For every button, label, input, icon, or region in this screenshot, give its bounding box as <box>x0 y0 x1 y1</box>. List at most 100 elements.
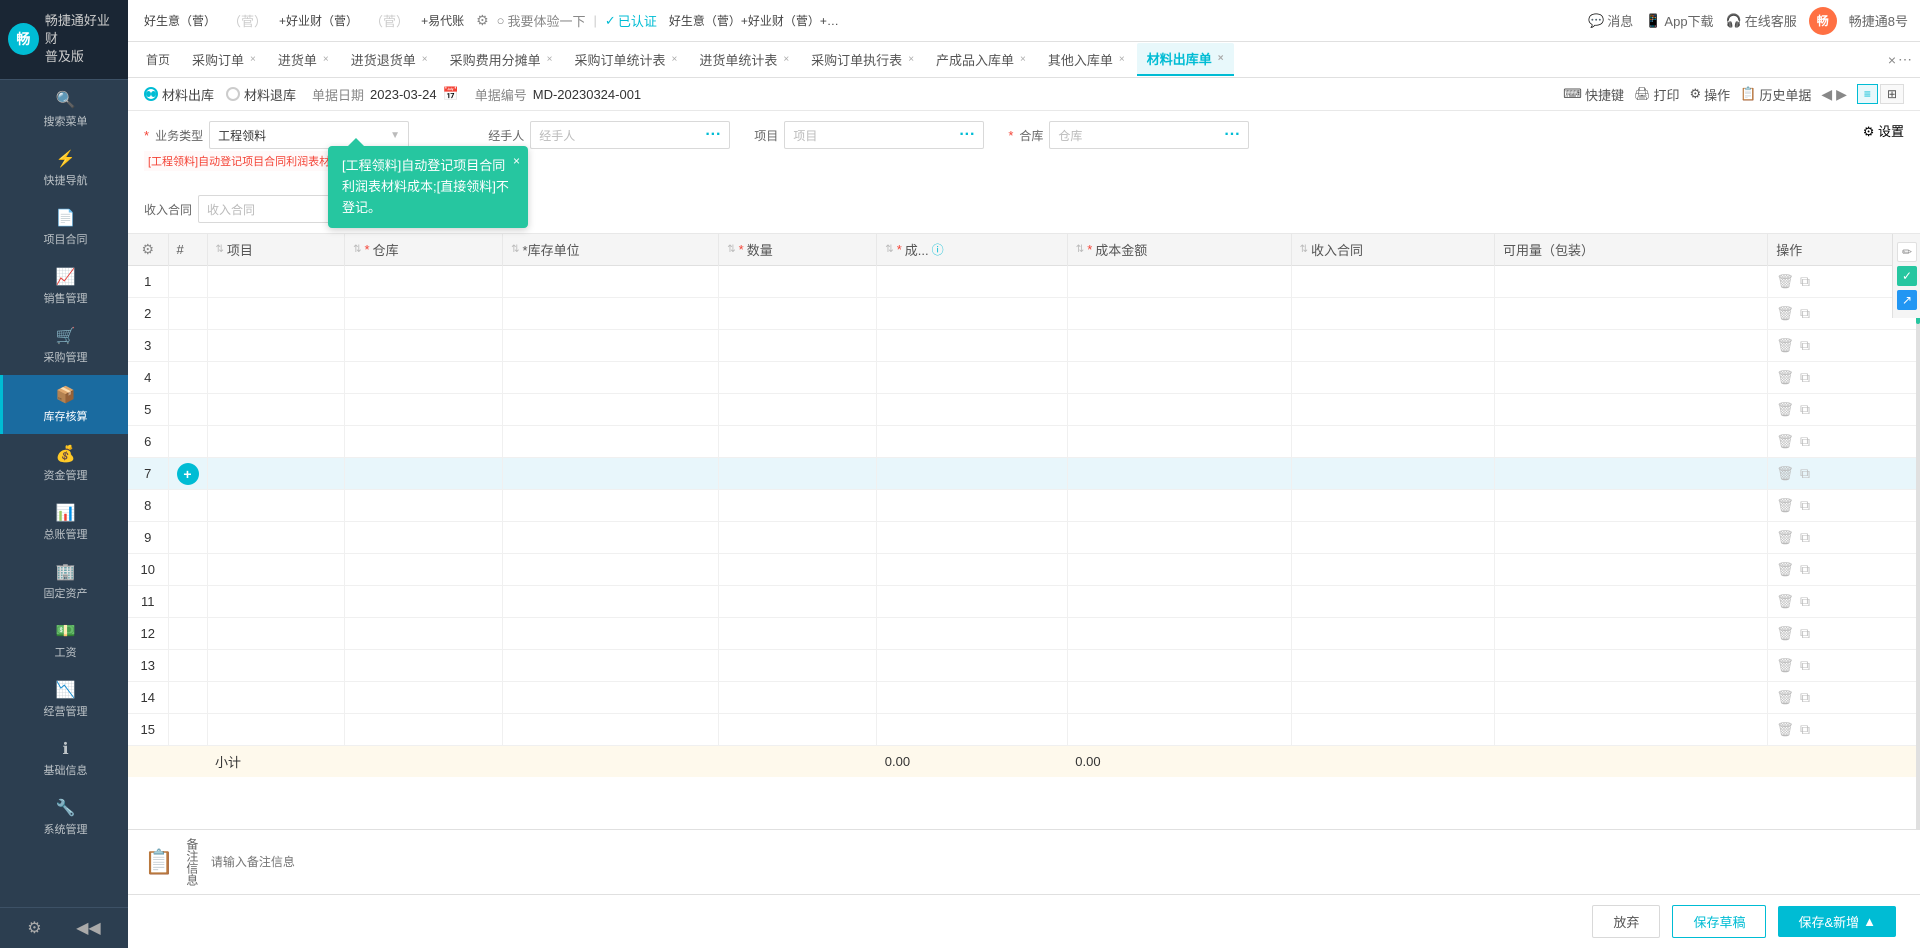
nav-next-button[interactable]: ▶ <box>1836 86 1847 103</box>
sidebar-item-purchase[interactable]: 🛒采购管理 <box>0 316 128 375</box>
certified-more[interactable]: 好生意（菅）+好业财（菅）+… <box>665 12 843 29</box>
sidebar-item-inventory[interactable]: 📦库存核算 <box>0 375 128 434</box>
radio-material-return[interactable]: 材料退库 <box>226 85 296 104</box>
warehouse-dots-icon[interactable]: ··· <box>1224 126 1240 144</box>
delete-row-button[interactable]: 🗑 <box>1776 657 1794 674</box>
sidebar-item-search[interactable]: 🔍搜索菜单 <box>0 80 128 139</box>
certified-badge[interactable]: ✓ 已认证 <box>605 11 657 30</box>
settings-icon[interactable]: ⚙ <box>27 918 41 938</box>
copy-row-button[interactable]: ⧉ <box>1800 625 1810 642</box>
tab-more-button[interactable]: ⋯ <box>1898 51 1912 68</box>
tab-4[interactable]: 采购订单统计表× <box>564 43 687 76</box>
radio-material-out[interactable]: 材料出库 <box>144 85 214 104</box>
discard-button[interactable]: 放弃 <box>1592 905 1660 938</box>
right-panel-green-btn[interactable]: ✓ <box>1897 266 1917 286</box>
form-settings-button[interactable]: ⚙ 设置 <box>1863 121 1904 140</box>
delete-row-button[interactable]: 🗑 <box>1776 529 1794 546</box>
sidebar-item-ledger[interactable]: 📊总账管理 <box>0 493 128 552</box>
topbar-settings-icon[interactable]: ⚙ <box>476 12 489 29</box>
tab-2[interactable]: 进货退货单× <box>341 43 438 76</box>
tab-close-2[interactable]: × <box>422 54 428 65</box>
notes-input[interactable] <box>211 855 1904 869</box>
tab-close-0[interactable]: × <box>250 54 256 65</box>
save-draft-button[interactable]: 保存草稿 <box>1672 905 1766 938</box>
online-service-button[interactable]: 🎧 在线客服 <box>1726 11 1797 30</box>
sidebar-item-nav[interactable]: ⚡快捷导航 <box>0 139 128 198</box>
th-sort-amount[interactable]: ⇅ <box>1076 244 1084 255</box>
copy-row-button[interactable]: ⧉ <box>1800 721 1810 738</box>
save-new-button[interactable]: 保存&新增 ▲ <box>1778 906 1896 937</box>
tab-5[interactable]: 进货单统计表× <box>689 43 799 76</box>
th-sort-warehouse[interactable]: ⇅ <box>353 244 361 255</box>
copy-row-button[interactable]: ⧉ <box>1800 689 1810 706</box>
sidebar-item-assets[interactable]: 🏢固定资产 <box>0 552 128 611</box>
delete-row-button[interactable]: 🗑 <box>1776 689 1794 706</box>
tab-6[interactable]: 采购订单执行表× <box>801 43 924 76</box>
copy-row-button[interactable]: ⧉ <box>1800 465 1810 482</box>
sidebar-item-sales[interactable]: 📈销售管理 <box>0 257 128 316</box>
tooltip-close-button[interactable]: × <box>513 152 520 171</box>
sidebar-item-system[interactable]: 🔧系统管理 <box>0 788 128 847</box>
history-doc-button[interactable]: 📋 历史单据 <box>1740 85 1811 104</box>
delete-row-button[interactable]: 🗑 <box>1776 433 1794 450</box>
project-select[interactable]: 项目 ··· <box>784 121 984 149</box>
tab-0[interactable]: 采购订单× <box>182 43 266 76</box>
copy-row-button[interactable]: ⧉ <box>1800 561 1810 578</box>
right-panel-blue-btn[interactable]: ↗ <box>1897 290 1917 310</box>
right-panel-edit-btn[interactable]: ✏ <box>1897 242 1917 262</box>
user-avatar[interactable]: 畅 <box>1809 7 1837 35</box>
tab-home[interactable]: 首页 <box>136 45 180 74</box>
delete-row-button[interactable]: 🗑 <box>1776 337 1794 354</box>
sidebar-item-salary[interactable]: 💵工资 <box>0 611 128 670</box>
th-info-icon[interactable]: ⓘ <box>932 241 944 258</box>
sidebar-item-ops[interactable]: 📉经营管理 <box>0 670 128 729</box>
th-sort-cost[interactable]: ⇅ <box>885 244 893 255</box>
print-button[interactable]: 🖨 打印 <box>1634 85 1680 104</box>
tab-close-8[interactable]: × <box>1119 54 1125 65</box>
handler-select[interactable]: 经手人 ··· <box>530 121 730 149</box>
nav-prev-button[interactable]: ◀ <box>1821 86 1832 103</box>
handler-dots-icon[interactable]: ··· <box>705 126 721 144</box>
th-sort-project[interactable]: ⇅ <box>216 244 224 255</box>
sidebar-item-project[interactable]: 📄项目合同 <box>0 198 128 257</box>
tab-close-1[interactable]: × <box>323 54 329 65</box>
copy-row-button[interactable]: ⧉ <box>1800 401 1810 418</box>
tab-1[interactable]: 进货单× <box>268 43 339 76</box>
sidebar-item-base[interactable]: ℹ基础信息 <box>0 729 128 788</box>
tab-close-all-button[interactable]: × <box>1888 52 1896 68</box>
th-sort-unit[interactable]: ⇅ <box>511 244 519 255</box>
copy-row-button[interactable]: ⧉ <box>1800 369 1810 386</box>
copy-row-button[interactable]: ⧉ <box>1800 497 1810 514</box>
calendar-icon[interactable]: 📅 <box>443 86 459 102</box>
delete-row-button[interactable]: 🗑 <box>1776 593 1794 610</box>
th-sort-qty[interactable]: ⇅ <box>727 244 735 255</box>
delete-row-button[interactable]: 🗑 <box>1776 369 1794 386</box>
copy-row-button[interactable]: ⧉ <box>1800 273 1810 290</box>
copy-row-button[interactable]: ⧉ <box>1800 337 1810 354</box>
business-type-select[interactable]: 工程领料 ▼ <box>209 121 409 149</box>
tab-close-9[interactable]: × <box>1218 53 1224 64</box>
shortcut-key-button[interactable]: ⌨ 快捷键 <box>1563 85 1624 104</box>
operation-button[interactable]: ⚙ 操作 <box>1689 85 1730 104</box>
sidebar-item-finance[interactable]: 💰资金管理 <box>0 434 128 493</box>
view-table-button[interactable]: ≡ <box>1857 84 1878 104</box>
copy-row-button[interactable]: ⧉ <box>1800 305 1810 322</box>
experience-button[interactable]: ○ 我要体验一下 <box>497 11 586 30</box>
tab-7[interactable]: 产成品入库单× <box>926 43 1036 76</box>
delete-row-button[interactable]: 🗑 <box>1776 561 1794 578</box>
app-download-button[interactable]: 📱 App下载 <box>1645 11 1713 30</box>
column-settings-icon[interactable]: ⚙ <box>141 241 154 257</box>
project-dots-icon[interactable]: ··· <box>959 126 975 144</box>
tab-close-5[interactable]: × <box>783 54 789 65</box>
nav-haoyecai[interactable]: +好业财（菅） <box>275 12 362 29</box>
delete-row-button[interactable]: 🗑 <box>1776 721 1794 738</box>
th-sort-contract[interactable]: ⇅ <box>1300 244 1308 255</box>
collapse-icon[interactable]: ◀◀ <box>76 918 101 938</box>
copy-row-button[interactable]: ⧉ <box>1800 657 1810 674</box>
tab-close-7[interactable]: × <box>1020 54 1026 65</box>
tab-8[interactable]: 其他入库单× <box>1038 43 1135 76</box>
tab-9[interactable]: 材料出库单× <box>1137 43 1234 76</box>
copy-row-button[interactable]: ⧉ <box>1800 529 1810 546</box>
tab-3[interactable]: 采购费用分摊单× <box>440 43 563 76</box>
view-grid-button[interactable]: ⊞ <box>1880 84 1904 104</box>
